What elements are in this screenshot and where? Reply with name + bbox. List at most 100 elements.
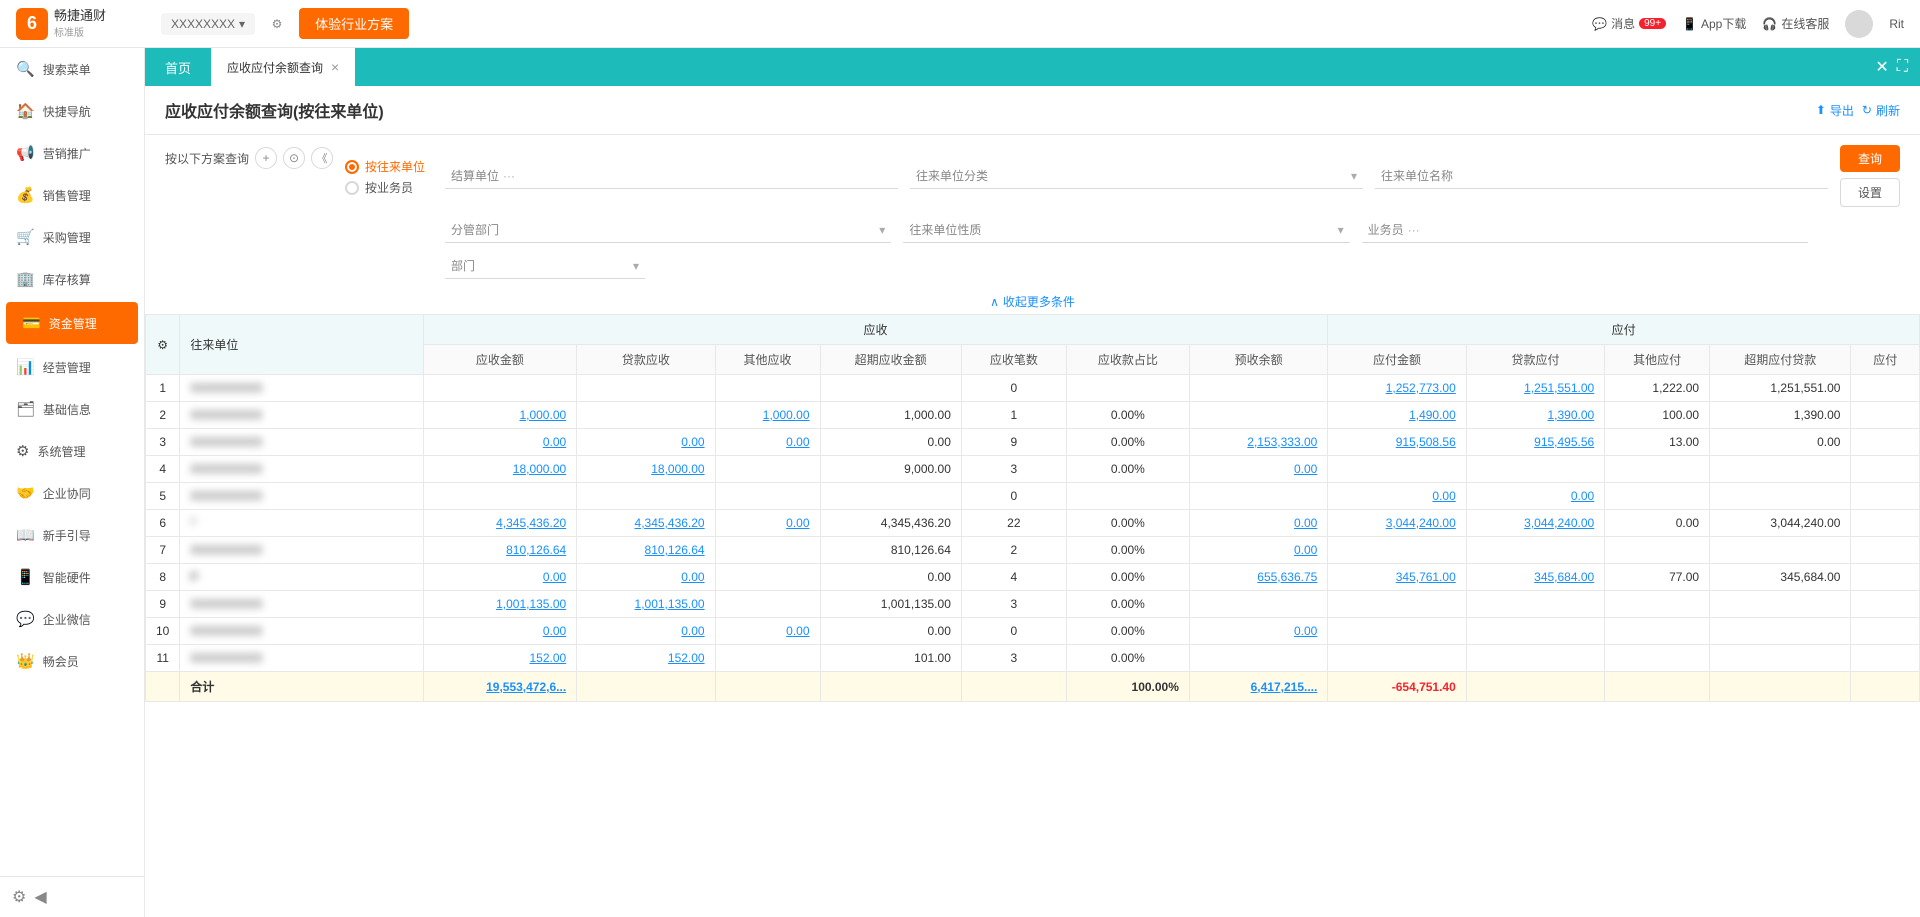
table-row: 4XXXXXXXXX18,000.0018,000.009,000.0030.0…	[146, 456, 1920, 483]
sidebar-item-search[interactable]: 🔍 搜索菜单	[0, 48, 144, 90]
sidebar-item-guide[interactable]: 📖 新手引导	[0, 514, 144, 556]
sidebar-item-finance[interactable]: 💳 资金管理	[6, 302, 138, 344]
sidebar-item-management[interactable]: 📊 经营管理	[0, 346, 144, 388]
sidebar-item-label: 基础信息	[43, 401, 91, 418]
export-label: 导出	[1830, 102, 1854, 119]
online-service-btn[interactable]: 🎧 在线客服	[1762, 15, 1829, 32]
home-icon: 🏠	[16, 102, 35, 120]
partner-col-header: 往来单位	[180, 315, 423, 375]
management-icon: 📊	[16, 358, 35, 376]
sidebar-item-system[interactable]: ⚙ 系统管理	[0, 430, 144, 472]
collapse-more-conditions[interactable]: ∧ 收起更多条件	[145, 289, 1920, 314]
filter-partner-nature[interactable]: 往来单位性质 ▾	[903, 217, 1349, 243]
tab-bar-right: ✕ ⛶	[1875, 57, 1920, 77]
marketing-icon: 📢	[16, 144, 35, 162]
company-dropdown-icon: ▾	[239, 17, 245, 31]
total-other-payable	[1605, 672, 1710, 702]
sidebar-item-label: 快捷导航	[43, 103, 91, 120]
purchase-icon: 🛒	[16, 228, 35, 246]
online-service-icon: 🎧	[1762, 17, 1777, 31]
filter-partner-category[interactable]: 往来单位分类 ▾	[910, 163, 1363, 189]
sidebar-settings-icon[interactable]: ⚙	[12, 887, 26, 907]
basic-icon: 🗂	[16, 400, 35, 418]
filter-settings-btn[interactable]: ⊙	[283, 147, 305, 169]
app-download-btn[interactable]: 📱 App下载	[1682, 15, 1746, 32]
tab-maximize-icon[interactable]: ⛶	[1897, 58, 1908, 76]
sidebar-item-basic[interactable]: 🗂 基础信息	[0, 388, 144, 430]
division-dept-chevron: ▾	[879, 223, 885, 237]
sidebar-item-label: 库存核算	[43, 271, 91, 288]
tab-active[interactable]: 应收应付余额查询 ×	[211, 48, 355, 86]
table-row: 6^4,345,436.204,345,436.200.004,345,436.…	[146, 510, 1920, 537]
radio-salesman	[345, 181, 359, 195]
partner-name: XXXXXXXXX	[180, 645, 423, 672]
filter-dept[interactable]: 部门 ▾	[445, 253, 645, 279]
sidebar-item-member[interactable]: 👑 畅会员	[0, 640, 144, 682]
sidebar-item-wechat[interactable]: 💬 企业微信	[0, 598, 144, 640]
sidebar: 🔍 搜索菜单 🏠 快捷导航 📢 营销推广 💰 销售管理 🛒 采购管理 🏢 库存核…	[0, 48, 145, 917]
sidebar-item-label: 畅会员	[43, 653, 79, 670]
collapse-label: 收起更多条件	[1003, 293, 1075, 310]
settings-icon-btn[interactable]: ⚙	[263, 10, 291, 38]
table-group-header-row: ⚙ 往来单位 应收 应付	[146, 315, 1920, 345]
col-payable-amount: 应付金额	[1328, 345, 1466, 375]
refresh-btn[interactable]: ↻ 刷新	[1862, 102, 1900, 119]
tab-close-window-icon[interactable]: ✕	[1875, 57, 1888, 77]
sidebar-item-label: 新手引导	[43, 527, 91, 544]
sales-icon: 💰	[16, 186, 35, 204]
total-prepaid-balance[interactable]: 6,417,215....	[1189, 672, 1327, 702]
message-btn[interactable]: 💬 消息 99+	[1592, 15, 1666, 32]
filter-area: 按以下方案查询 + ⊙ 《 按往来单位 按业务员	[145, 135, 1920, 289]
table-row: 11XXXXXXXXX152.00152.00101.0030.00%	[146, 645, 1920, 672]
table-row: 7XXXXXXXXX810,126.64810,126.64810,126.64…	[146, 537, 1920, 564]
export-btn[interactable]: ⬆ 导出	[1816, 102, 1854, 119]
member-icon: 👑	[16, 652, 35, 670]
sidebar-item-hardware[interactable]: 📱 智能硬件	[0, 556, 144, 598]
dept-chevron: ▾	[633, 259, 639, 273]
tab-close-btn[interactable]: ×	[331, 59, 339, 75]
user-avatar[interactable]	[1845, 10, 1873, 38]
refresh-icon: ↻	[1862, 103, 1872, 117]
filter-collapse-btn[interactable]: 《	[311, 147, 333, 169]
total-other-receivable	[715, 672, 820, 702]
partner-name: XXXXXXXXX	[180, 402, 423, 429]
filter-mode-partner[interactable]: 按往来单位	[345, 158, 425, 175]
total-overdue-payable	[1710, 672, 1851, 702]
sidebar-item-purchase[interactable]: 🛒 采购管理	[0, 216, 144, 258]
company-selector[interactable]: XXXXXXXX ▾	[161, 13, 255, 35]
message-label: 消息	[1611, 15, 1635, 32]
partner-name-label: 往来单位名称	[1381, 167, 1453, 184]
sidebar-item-marketing[interactable]: 📢 营销推广	[0, 132, 144, 174]
add-filter-btn[interactable]: +	[255, 147, 277, 169]
export-icon: ⬆	[1816, 103, 1826, 117]
table-footer: 合计 19,553,472,6... 100.00% 6,417,215....…	[146, 672, 1920, 702]
col-loan-receivable: 贷款应收	[577, 345, 715, 375]
sidebar-item-quick-nav[interactable]: 🏠 快捷导航	[0, 90, 144, 132]
sidebar-item-enterprise[interactable]: 🤝 企业协同	[0, 472, 144, 514]
sidebar-item-sales[interactable]: 💰 销售管理	[0, 174, 144, 216]
partner-name: P	[180, 564, 423, 591]
jiesuan-label: 结算单位	[451, 167, 499, 184]
tab-home[interactable]: 首页	[145, 48, 211, 86]
table-area[interactable]: ⚙ 往来单位 应收 应付 应收金额 贷款应收 其他应收 超期应收金额 应收笔数 …	[145, 314, 1920, 917]
query-btn[interactable]: 查询	[1840, 145, 1900, 172]
filter-mode-salesman-label: 按业务员	[365, 179, 413, 196]
page-title-row: 应收应付余额查询(按往来单位) ⬆ 导出 ↻ 刷新	[165, 98, 1900, 122]
filter-division-dept[interactable]: 分管部门 ▾	[445, 217, 891, 243]
division-dept-label: 分管部门	[451, 221, 499, 238]
table-settings-header[interactable]: ⚙	[146, 315, 180, 375]
online-service-label: 在线客服	[1781, 15, 1829, 32]
trial-button[interactable]: 体验行业方案	[299, 8, 409, 39]
sidebar-item-inventory[interactable]: 🏢 库存核算	[0, 258, 144, 300]
main-layout: 🔍 搜索菜单 🏠 快捷导航 📢 营销推广 💰 销售管理 🛒 采购管理 🏢 库存核…	[0, 48, 1920, 917]
total-receivable-amount[interactable]: 19,553,472,6...	[423, 672, 577, 702]
dept-label: 部门	[451, 257, 475, 274]
filter-row-3: 部门 ▾	[165, 253, 1900, 279]
col-overdue-payable: 超期应付贷款	[1710, 345, 1851, 375]
top-bar-middle: XXXXXXXX ▾ ⚙ 体验行业方案	[161, 8, 1592, 39]
total-loan-receivable	[577, 672, 715, 702]
sidebar-collapse-icon[interactable]: ◀	[34, 887, 46, 907]
filter-salesman: 业务员 ···	[1362, 217, 1808, 243]
filter-settings-button[interactable]: 设置	[1840, 178, 1900, 207]
filter-mode-salesman[interactable]: 按业务员	[345, 179, 425, 196]
